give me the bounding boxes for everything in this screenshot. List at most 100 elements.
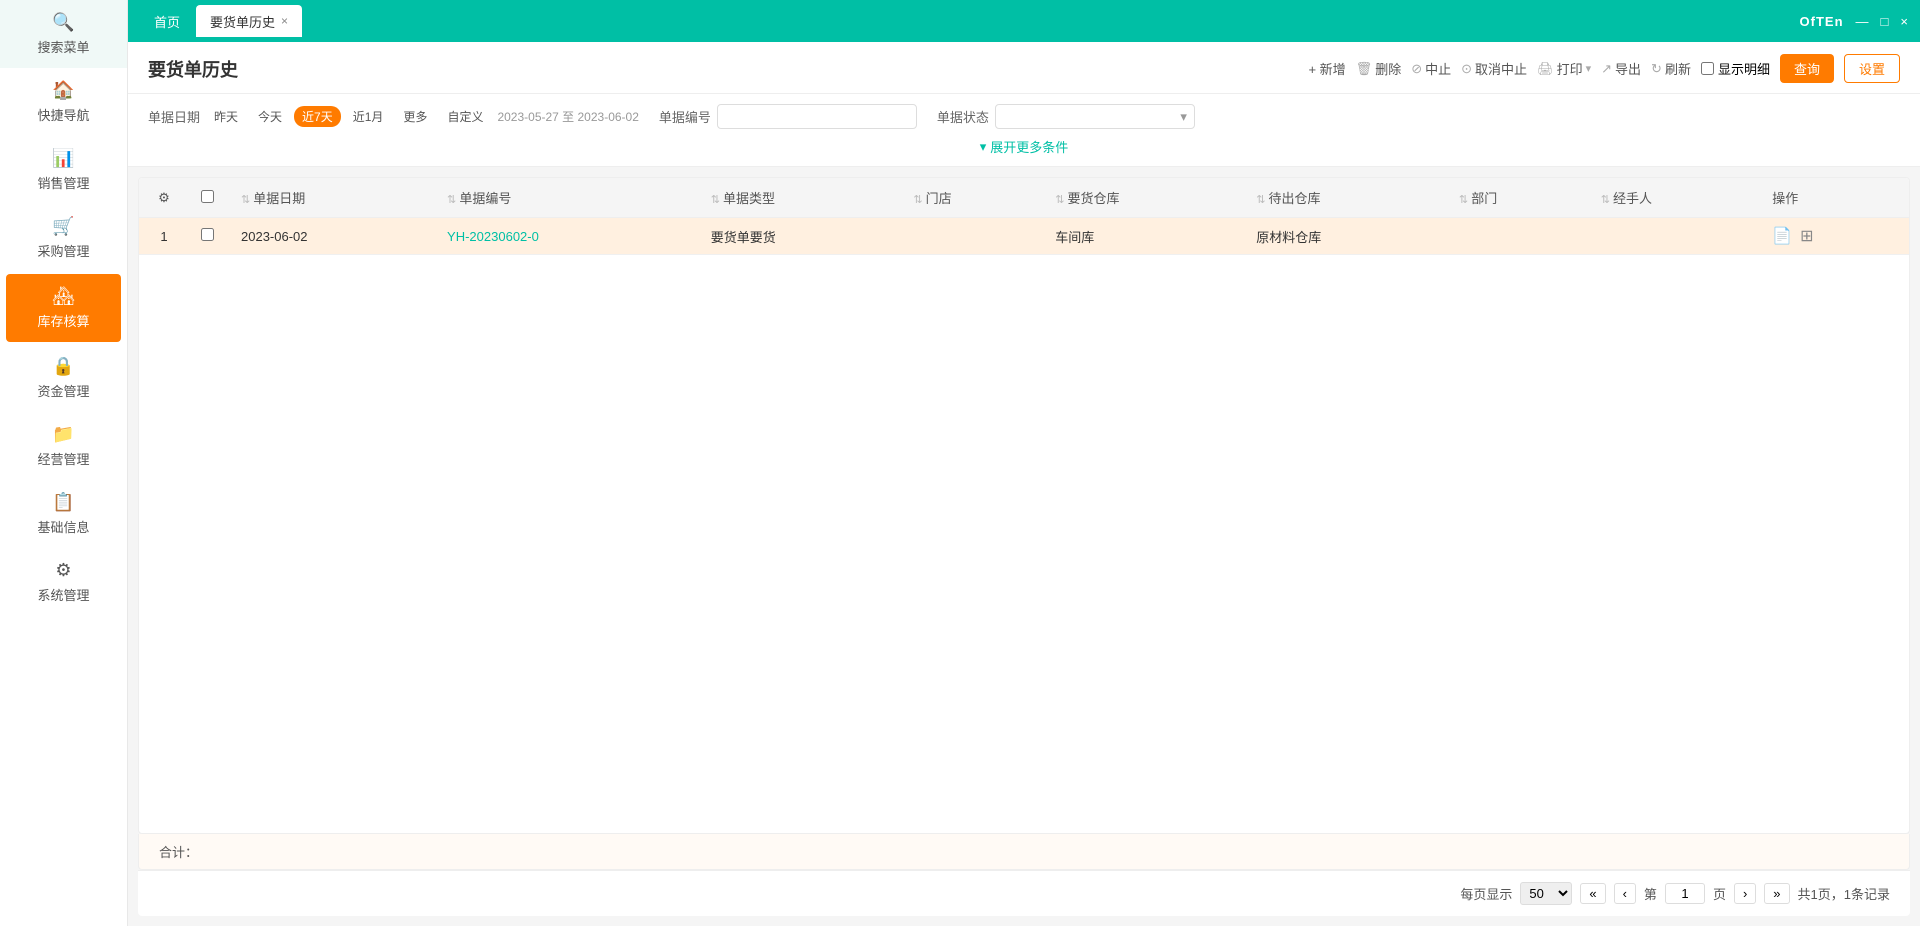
sidebar-item-purchase[interactable]: 🛒 采购管理 <box>0 204 127 272</box>
top-bar: 首页 要货单历史 × OfTEn — □ × <box>128 0 1920 42</box>
sidebar-item-label: 库存核算 <box>37 311 89 330</box>
table-body: 1 2023-06-02 YH-20230602-0 要货单要货 <box>139 218 1909 255</box>
pagination-bar: 每页显示 50 100 « ‹ 第 页 › » 共1页，1条记录 <box>138 870 1910 916</box>
sidebar-item-system[interactable]: ⚙ 系统管理 <box>0 548 127 616</box>
show-detail-input[interactable] <box>1701 62 1714 75</box>
tab-close-icon[interactable]: × <box>281 14 288 28</box>
col-doctype[interactable]: 单据类型 <box>699 178 902 218</box>
sidebar-item-label: 基础信息 <box>37 517 89 536</box>
date-more[interactable]: 更多 <box>395 106 435 127</box>
last-page-button[interactable]: » <box>1764 883 1789 904</box>
cell-store <box>901 218 1043 255</box>
col-docno[interactable]: 单据编号 <box>435 178 699 218</box>
cell-action: 📄 ⊞ <box>1760 218 1909 255</box>
lock-icon: 🔒 <box>52 356 74 377</box>
cell-dept <box>1447 218 1589 255</box>
filter-area: 单据日期 昨天 今天 近7天 近1月 更多 自定义 2023-05-27 至 2… <box>128 94 1920 167</box>
prev-page-button[interactable]: ‹ <box>1614 883 1636 904</box>
delete-row-icon[interactable]: ⊞ <box>1800 226 1813 246</box>
sidebar-item-finance[interactable]: 🔒 资金管理 <box>0 344 127 412</box>
sidebar-item-sales[interactable]: 📊 销售管理 <box>0 136 127 204</box>
total-info: 共1页，1条记录 <box>1798 884 1890 903</box>
row-checkbox[interactable] <box>201 228 214 241</box>
stop-button[interactable]: ⊘ 中止 <box>1411 59 1451 78</box>
sidebar-item-search-menu[interactable]: 🔍 搜索菜单 <box>0 0 127 68</box>
col-date[interactable]: 单据日期 <box>229 178 435 218</box>
select-all-checkbox[interactable] <box>201 190 214 203</box>
cell-docno[interactable]: YH-20230602-0 <box>435 218 699 255</box>
filter-row: 单据日期 昨天 今天 近7天 近1月 更多 自定义 2023-05-27 至 2… <box>148 104 1900 129</box>
page-suffix: 页 <box>1713 884 1726 903</box>
col-pending-warehouse[interactable]: 待出仓库 <box>1244 178 1447 218</box>
col-store[interactable]: 门店 <box>901 178 1043 218</box>
cell-num: 1 <box>139 218 189 255</box>
show-detail-checkbox[interactable]: 显示明细 <box>1701 59 1770 78</box>
cell-doctype: 要货单要货 <box>699 218 902 255</box>
date-range-text: 2023-05-27 至 2023-06-02 <box>497 108 638 125</box>
status-select[interactable] <box>995 104 1195 129</box>
cell-handler <box>1589 218 1760 255</box>
date-yesterday[interactable]: 昨天 <box>206 106 246 127</box>
doc-link[interactable]: YH-20230602-0 <box>447 229 539 244</box>
date-today[interactable]: 今天 <box>250 106 290 127</box>
sidebar-item-label: 采购管理 <box>37 241 89 260</box>
expand-button[interactable]: ▾ 展开更多条件 <box>980 137 1069 156</box>
first-page-button[interactable]: « <box>1580 883 1605 904</box>
add-button[interactable]: + 新增 <box>1308 59 1345 78</box>
status-filter: 单据状态 ▾ <box>937 104 1195 129</box>
folder-icon: 📁 <box>52 424 74 445</box>
document-icon: 📋 <box>52 492 74 513</box>
date-custom[interactable]: 自定义 <box>439 106 491 127</box>
sidebar-item-inventory[interactable]: 🏘 库存核算 <box>6 274 121 342</box>
search-menu-icon: 🔍 <box>52 12 74 33</box>
inventory-icon: 🏘 <box>52 286 75 307</box>
docno-filter: 单据编号 <box>659 104 917 129</box>
per-page-select[interactable]: 50 100 <box>1520 882 1572 905</box>
tab-history[interactable]: 要货单历史 × <box>196 5 302 37</box>
date-7days[interactable]: 近7天 <box>294 106 341 127</box>
print-button[interactable]: 🖨 打印 ▾ <box>1537 59 1591 78</box>
col-checkbox[interactable] <box>189 178 229 218</box>
col-settings[interactable]: ⚙ <box>139 178 189 218</box>
expand-more: ▾ 展开更多条件 <box>148 137 1900 156</box>
sidebar-item-label: 资金管理 <box>37 381 89 400</box>
sidebar-item-basic-info[interactable]: 📋 基础信息 <box>0 480 127 548</box>
col-dept[interactable]: 部门 <box>1447 178 1589 218</box>
tab-home[interactable]: 首页 <box>140 5 194 37</box>
sidebar-item-label: 快捷导航 <box>37 105 89 124</box>
table-footer: 合计： <box>138 834 1910 870</box>
table-area: ⚙ 单据日期 单据编号 单据类型 <box>138 177 1910 834</box>
col-action: 操作 <box>1760 178 1909 218</box>
action-icons: 📄 ⊞ <box>1772 226 1897 246</box>
delete-button[interactable]: 🗑 删除 <box>1356 59 1402 78</box>
top-bar-right: OfTEn — □ × <box>1800 14 1908 29</box>
cell-checkbox[interactable] <box>189 218 229 255</box>
chart-icon: 📊 <box>52 148 74 169</box>
next-page-button[interactable]: › <box>1734 883 1756 904</box>
table-row[interactable]: 1 2023-06-02 YH-20230602-0 要货单要货 <box>139 218 1909 255</box>
settings-icon[interactable]: ⚙ <box>158 190 170 205</box>
date-label: 单据日期 <box>148 107 200 126</box>
table-header-row: ⚙ 单据日期 单据编号 单据类型 <box>139 178 1909 218</box>
data-table: ⚙ 单据日期 单据编号 单据类型 <box>139 178 1909 255</box>
sidebar-item-quick-nav[interactable]: 🏠 快捷导航 <box>0 68 127 136</box>
date-1month[interactable]: 近1月 <box>345 106 392 127</box>
col-handler[interactable]: 经手人 <box>1589 178 1760 218</box>
cancel-stop-button[interactable]: ⊙ 取消中止 <box>1461 59 1527 78</box>
cart-icon: 🛒 <box>52 216 74 237</box>
close-button[interactable]: × <box>1900 14 1908 29</box>
sidebar-item-operations[interactable]: 📁 经营管理 <box>0 412 127 480</box>
edit-icon[interactable]: 📄 <box>1772 226 1792 246</box>
minimize-button[interactable]: — <box>1856 14 1869 29</box>
cell-pending-warehouse: 原材料仓库 <box>1244 218 1447 255</box>
docno-input[interactable] <box>717 104 917 129</box>
query-button[interactable]: 查询 <box>1780 54 1834 83</box>
gear-icon: ⚙ <box>55 560 71 581</box>
col-req-warehouse[interactable]: 要货仓库 <box>1043 178 1244 218</box>
refresh-button[interactable]: ↻ 刷新 <box>1651 59 1691 78</box>
go-label: 第 <box>1644 884 1657 903</box>
page-input[interactable] <box>1665 883 1705 904</box>
maximize-button[interactable]: □ <box>1881 14 1889 29</box>
settings-button[interactable]: 设置 <box>1844 54 1900 83</box>
export-button[interactable]: ↗ 导出 <box>1601 59 1641 78</box>
